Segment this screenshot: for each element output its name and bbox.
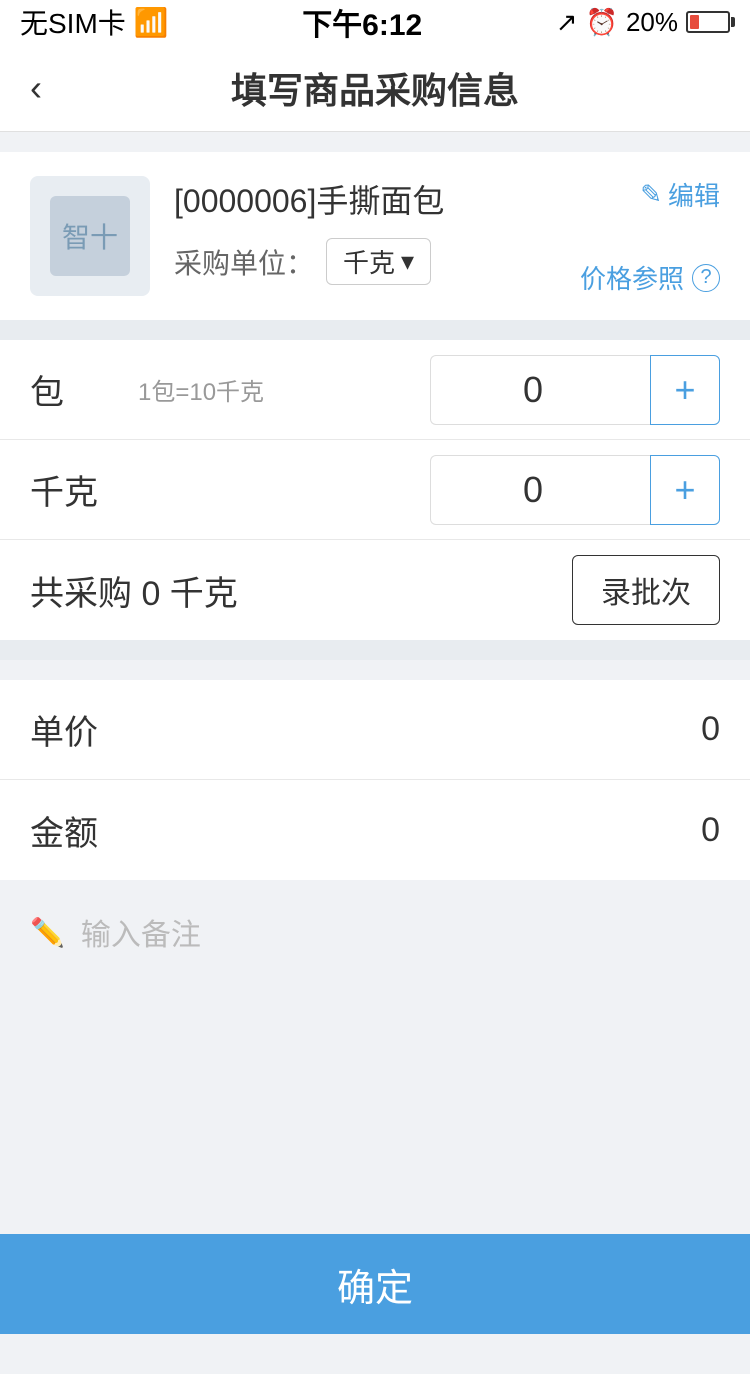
qianke-label: 千克 xyxy=(30,465,130,514)
bao-input-wrap: + xyxy=(430,355,720,425)
amount-value: 0 xyxy=(701,811,720,850)
status-bar: 无SIM卡 📶 下午6:12 ↗ ⏰ 20% xyxy=(0,0,750,44)
back-button[interactable]: ‹ xyxy=(30,67,42,109)
amount-label: 金额 xyxy=(30,806,98,855)
qianke-input[interactable] xyxy=(430,455,650,525)
location-icon: ↗ xyxy=(556,7,578,38)
carrier-label: 无SIM卡 xyxy=(20,2,126,42)
nav-bar: ‹ 填写商品采购信息 xyxy=(0,44,750,132)
battery-percentage: 20% xyxy=(626,7,678,38)
edit-icon: ✎ xyxy=(640,179,662,210)
price-ref-button[interactable]: 价格参照 ? xyxy=(580,259,720,296)
section-divider-1 xyxy=(0,320,750,340)
unit-price-value: 0 xyxy=(701,710,720,749)
bao-plus-button[interactable]: + xyxy=(650,355,720,425)
bao-label: 包 xyxy=(30,365,130,414)
chevron-down-icon: ▾ xyxy=(401,246,414,277)
status-left: 无SIM卡 📶 xyxy=(20,2,169,42)
bao-input[interactable] xyxy=(430,355,650,425)
price-section: 单价 0 金额 0 xyxy=(0,680,750,880)
bao-input-row: 包 1包=10千克 + xyxy=(0,340,750,440)
section-divider-2 xyxy=(0,640,750,660)
product-card: 智十 [0000006]手撕面包 采购单位： 千克 ▾ ✎ 编辑 价格参照 ? xyxy=(0,152,750,320)
qianke-plus-button[interactable]: + xyxy=(650,455,720,525)
input-section: 包 1包=10千克 + 千克 + xyxy=(0,340,750,540)
qianke-input-row: 千克 + xyxy=(0,440,750,540)
amount-row: 金额 0 xyxy=(0,780,750,880)
unit-select[interactable]: 千克 ▾ xyxy=(326,238,431,285)
page-title: 填写商品采购信息 xyxy=(231,62,519,114)
summary-text: 共采购 0 千克 xyxy=(30,566,238,615)
status-time: 下午6:12 xyxy=(302,0,422,44)
note-section[interactable]: ✏️ 输入备注 xyxy=(0,880,750,984)
wifi-icon: 📶 xyxy=(134,6,169,39)
unit-price-row: 单价 0 xyxy=(0,680,750,780)
product-name: [0000006]手撕面包 xyxy=(174,176,720,222)
info-icon: ? xyxy=(692,264,720,292)
alarm-icon: ⏰ xyxy=(586,7,618,38)
note-placeholder: 输入备注 xyxy=(81,910,201,954)
summary-row: 共采购 0 千克 录批次 xyxy=(0,540,750,640)
product-logo-text: 智十 xyxy=(62,216,118,256)
pencil-icon: ✏️ xyxy=(30,916,65,949)
qianke-input-wrap: + xyxy=(430,455,720,525)
batch-button[interactable]: 录批次 xyxy=(572,555,720,625)
product-logo: 智十 xyxy=(50,196,130,276)
product-image: 智十 xyxy=(30,176,150,296)
edit-button[interactable]: ✎ 编辑 xyxy=(640,176,720,213)
battery-icon xyxy=(686,11,730,33)
status-right: ↗ ⏰ 20% xyxy=(556,7,730,38)
unit-price-label: 单价 xyxy=(30,705,98,754)
unit-label: 采购单位： xyxy=(174,242,314,282)
confirm-button[interactable]: 确定 xyxy=(0,1234,750,1334)
bao-sub-label: 1包=10千克 xyxy=(138,372,430,407)
